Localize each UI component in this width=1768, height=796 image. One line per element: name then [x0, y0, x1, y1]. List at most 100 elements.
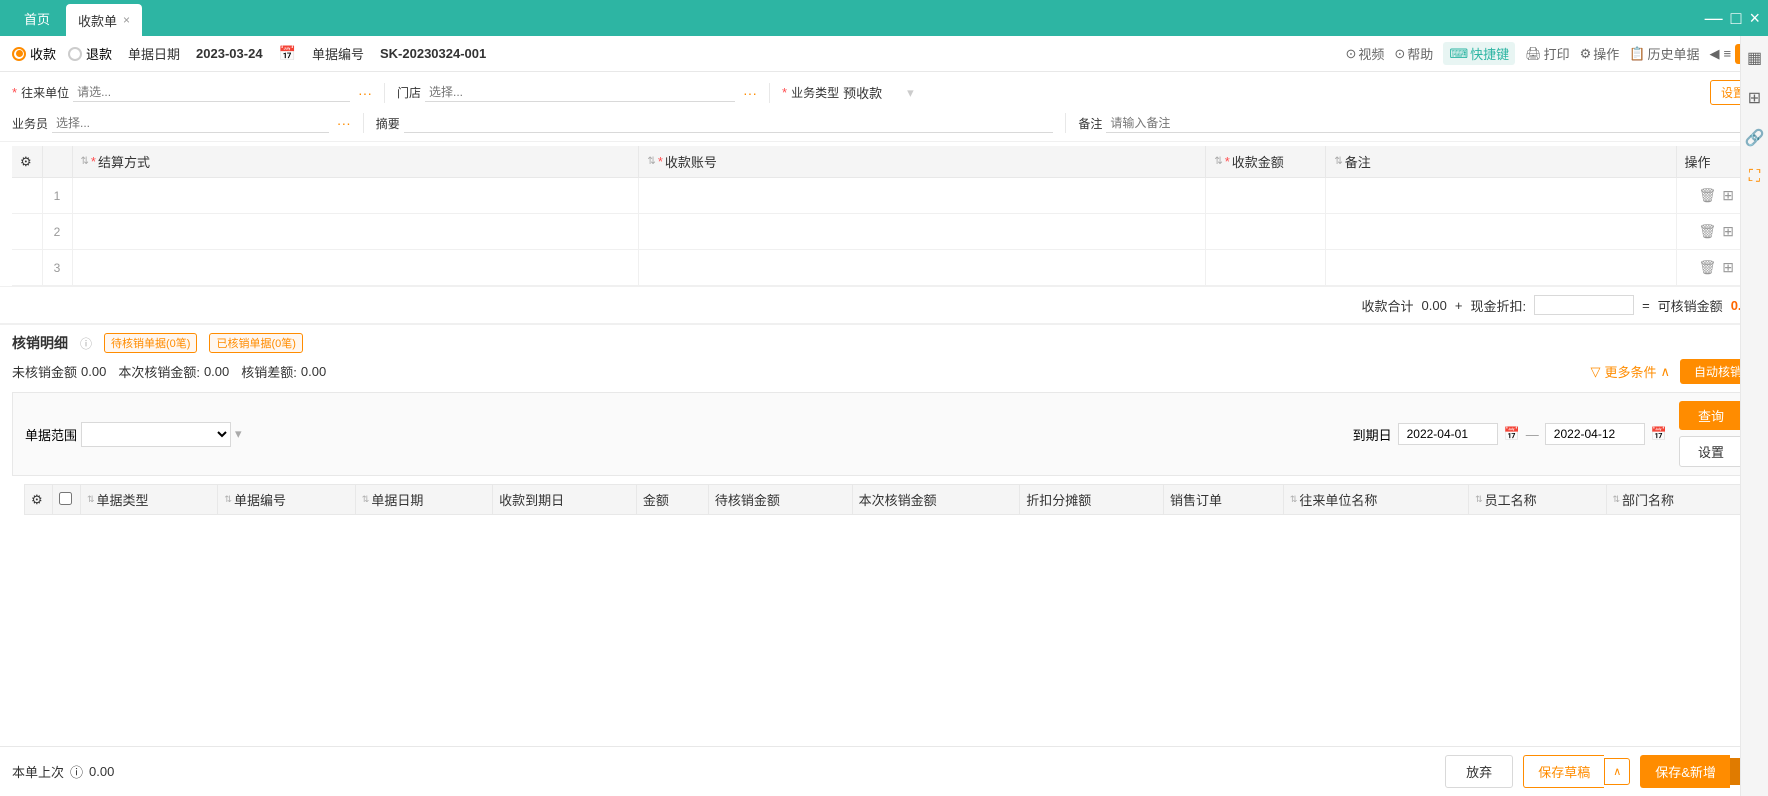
row-num-2: 2	[42, 214, 72, 250]
counterpart-input[interactable]	[73, 83, 350, 102]
range-dropdown[interactable]	[81, 422, 231, 447]
prev-btn[interactable]: ◀	[1710, 44, 1720, 64]
biz-type-required: *	[782, 85, 787, 100]
help-btn[interactable]: ⊙ 帮助	[1394, 44, 1433, 63]
radio-receipt[interactable]: 收款	[12, 44, 56, 63]
discard-btn[interactable]: 放弃	[1445, 755, 1513, 788]
calendar-icon[interactable]: 📅	[279, 45, 296, 62]
row-amount-3[interactable]	[1206, 250, 1326, 286]
copy-icon-1[interactable]: ⊞	[1722, 187, 1734, 204]
btm-type-label: 单据类型	[97, 490, 149, 509]
row-num-3: 3	[42, 250, 72, 286]
counterpart-more-btn[interactable]: ···	[358, 85, 372, 101]
table-row: 2 🗑 ⊞	[12, 214, 1756, 250]
store-input[interactable]	[425, 83, 735, 102]
start-date-input[interactable]	[1398, 423, 1498, 445]
sort-icon4: ⇅	[1334, 156, 1342, 167]
gear-header[interactable]: ⚙	[12, 146, 42, 178]
row-settlement-2[interactable]	[72, 214, 639, 250]
footer-info-icon[interactable]: ⓘ	[70, 762, 83, 781]
end-cal-icon[interactable]: 📅	[1651, 426, 1667, 442]
delete-icon-2[interactable]: 🗑	[1698, 223, 1716, 240]
tab-home-label: 首页	[24, 9, 50, 28]
end-date-input[interactable]	[1545, 423, 1645, 445]
btm-current-header: 本次核销金额	[852, 485, 1020, 515]
range-dropdown-arrow[interactable]: ▾	[235, 426, 242, 442]
salesperson-more-btn[interactable]: ···	[337, 115, 351, 131]
sidebar-icon-4[interactable]: ⛶	[1745, 164, 1764, 190]
tab-active-receipt[interactable]: 收款单 ×	[66, 4, 142, 36]
sidebar-icon-3[interactable]: 🔗	[1741, 124, 1768, 152]
query-btn[interactable]: 查询	[1679, 401, 1743, 430]
history-btn[interactable]: 📋 历史单据	[1629, 44, 1699, 63]
summary-field: 摘要	[376, 114, 1054, 133]
current-stat: 本次核销金额: 0.00	[118, 362, 229, 381]
summary-input[interactable]	[404, 114, 1054, 133]
select-all-checkbox[interactable]	[59, 492, 72, 505]
biz-type-arrow[interactable]: ▾	[907, 85, 914, 101]
maximize-btn[interactable]: □	[1731, 8, 1742, 29]
pending-tag-btn[interactable]: 待核销单据(0笔)	[104, 333, 197, 353]
divider-3	[363, 113, 364, 133]
copy-icon-2[interactable]: ⊞	[1722, 223, 1734, 240]
start-cal-icon[interactable]: 📅	[1504, 426, 1520, 442]
row-remark-3[interactable]	[1326, 250, 1676, 286]
store-field: 门店 ···	[397, 83, 757, 102]
btm-number-header: ⇅ 单据编号	[218, 485, 355, 515]
total-value: 0.00	[1422, 298, 1447, 313]
sidebar-icon-1[interactable]: ▦	[1743, 44, 1766, 72]
operation-header-label: 操作	[1685, 155, 1711, 170]
operation-btn[interactable]: ⚙ 操作	[1580, 44, 1620, 63]
row-remark-1[interactable]	[1326, 178, 1676, 214]
video-btn[interactable]: ⊙ 视频	[1345, 44, 1384, 63]
row-remark-2[interactable]	[1326, 214, 1676, 250]
row-settlement-1[interactable]	[72, 178, 639, 214]
btm-due-date-label: 收款到期日	[499, 493, 564, 508]
shortcut-btn[interactable]: ⌨ 快捷键	[1443, 42, 1515, 65]
save-new-btn[interactable]: 保存&新增	[1640, 755, 1730, 788]
minimize-btn[interactable]: —	[1705, 8, 1723, 29]
remark-input[interactable]	[1106, 114, 1756, 133]
footer-current-label: 本单上次	[12, 762, 64, 781]
btm-checkbox-header[interactable]	[53, 485, 81, 515]
row-amount-1[interactable]	[1206, 178, 1326, 214]
more-conditions-btn[interactable]: ▽ 更多条件 ∧	[1590, 362, 1670, 381]
delete-icon-1[interactable]: 🗑	[1698, 187, 1716, 204]
copy-icon-3[interactable]: ⊞	[1722, 259, 1734, 276]
tab-home[interactable]: 首页	[8, 0, 66, 36]
delete-icon-3[interactable]: 🗑	[1698, 259, 1716, 276]
footer-current-value: 0.00	[89, 764, 114, 779]
sidebar-icon-2[interactable]: ⊞	[1744, 84, 1765, 112]
row-account-1[interactable]	[639, 178, 1206, 214]
save-draft-arrow-btn[interactable]: ∧	[1604, 758, 1630, 785]
save-draft-btn[interactable]: 保存草稿	[1523, 755, 1604, 788]
radio-refund[interactable]: 退款	[68, 44, 112, 63]
row-settlement-3[interactable]	[72, 250, 639, 286]
row-amount-2[interactable]	[1206, 214, 1326, 250]
main-content: 收款 退款 单据日期 2023-03-24 📅 单据编号 SK-20230324…	[0, 36, 1768, 796]
filter-settings-btn[interactable]: 设置	[1679, 436, 1743, 467]
row-num-1: 1	[42, 178, 72, 214]
tab-close-btn[interactable]: ×	[123, 13, 130, 27]
biz-type-select[interactable]: 预收款 ▾	[843, 83, 914, 102]
btm-gear-header[interactable]: ⚙	[25, 485, 53, 515]
discount-input[interactable]	[1534, 295, 1634, 315]
num-header	[42, 146, 72, 178]
row-account-3[interactable]	[639, 250, 1206, 286]
writeoff-info-icon[interactable]: ⓘ	[80, 335, 92, 352]
done-tag-btn[interactable]: 已核销单据(0笔)	[209, 333, 302, 353]
remark-header-label: 备注	[1345, 152, 1371, 171]
store-more-btn[interactable]: ···	[743, 85, 757, 101]
close-window-btn[interactable]: ×	[1749, 8, 1760, 29]
salesperson-input[interactable]	[52, 114, 329, 133]
nav-menu-btn[interactable]: ≡	[1724, 44, 1732, 64]
btm-employee-label: 员工名称	[1485, 490, 1537, 509]
settlement-header: ⇅ * 结算方式	[72, 146, 639, 178]
print-btn[interactable]: 🖨 打印	[1525, 44, 1570, 63]
row-account-2[interactable]	[639, 214, 1206, 250]
biz-type-field: * 业务类型 预收款 ▾	[782, 83, 1142, 102]
due-date-field: 到期日 📅 — 📅	[1353, 423, 1667, 445]
toolbar-actions: ⊙ 视频 ⊙ 帮助 ⌨ 快捷键 🖨 打印 ⚙ 操作 📋 历史单据 ◀ ≡ ≣	[1345, 42, 1756, 65]
btm-due-date-header: 收款到期日	[493, 485, 637, 515]
more-conditions-label: 更多条件	[1604, 362, 1656, 381]
